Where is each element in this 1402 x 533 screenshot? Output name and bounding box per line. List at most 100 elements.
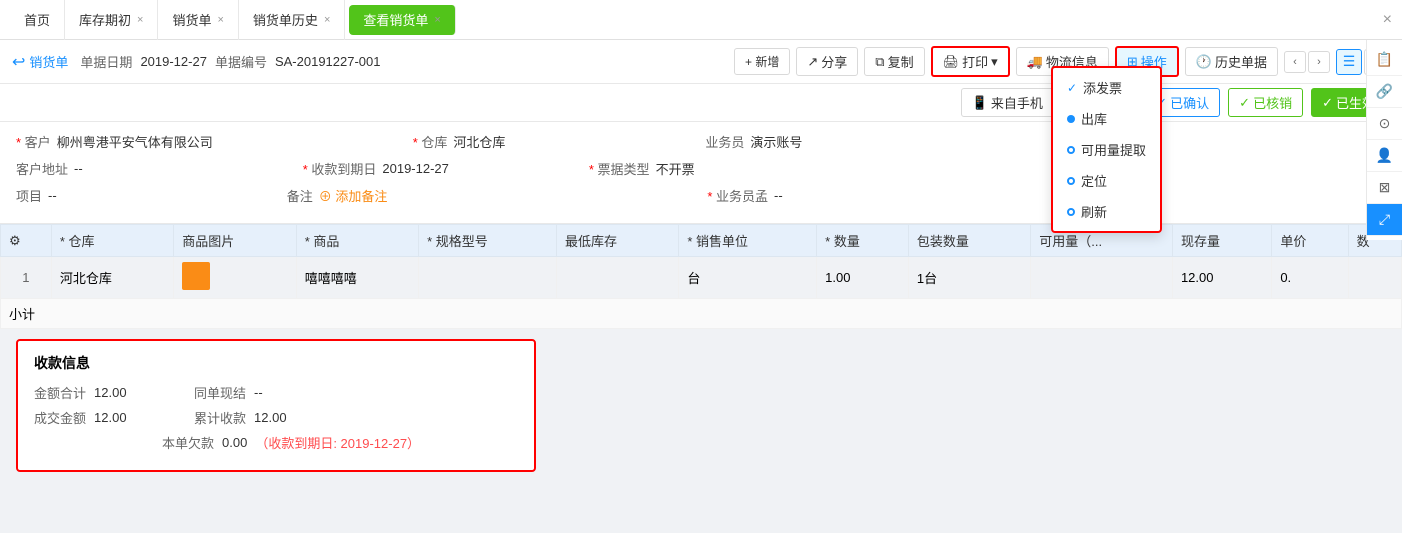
tab-view-sales[interactable]: 查看销货单 × <box>349 5 455 35</box>
form-area: 客户 柳州粤港平安气体有限公司 仓库 河北仓库 业务员 演示账号 客户地址 --… <box>0 122 1402 223</box>
available-qty-item[interactable]: 可用量提取 <box>1053 134 1160 165</box>
payment-info-box: 收款信息 金额合计 12.00 同单现结 -- 成交金额 12.00 累计收款 … <box>16 339 536 472</box>
refresh-item[interactable]: 刷新 <box>1053 196 1160 227</box>
row-warehouse: 河北仓库 <box>51 257 173 299</box>
prev-arrow[interactable]: ‹ <box>1284 51 1306 73</box>
col-warehouse: * 仓库 <box>51 225 173 257</box>
header-bar: ↩ 销货单 单据日期 2019-12-27 单据编号 SA-20191227-0… <box>0 40 1402 84</box>
subtotal-label: 小计 <box>1 299 1402 329</box>
copy-button[interactable]: ⧉ 复制 <box>864 47 924 76</box>
tab-home[interactable]: 首页 <box>10 0 65 40</box>
right-sidebar: 📋 🔗 ⊙ 👤 ⊠ ⤢ <box>1366 40 1402 240</box>
same-order-label: 同单现结 <box>194 383 246 402</box>
truck-icon: 🚚 <box>1027 54 1043 70</box>
close-view-sales-tab[interactable]: × <box>434 14 440 26</box>
share-icon: ↗ <box>807 54 818 70</box>
row-min-stock <box>556 257 678 299</box>
deal-amount-label: 成交金额 <box>34 408 86 427</box>
ticket-field: 票据类型 不开票 <box>589 159 695 178</box>
close-sales-tab[interactable]: × <box>217 14 223 26</box>
cumulative-label: 累计收款 <box>194 408 246 427</box>
plus-icon: ⊕ <box>319 189 332 204</box>
sidebar-icon-4[interactable]: 👤 <box>1367 140 1402 172</box>
tab-sales-order[interactable]: 销货单 × <box>158 0 238 40</box>
new-button[interactable]: + 新增 <box>734 48 790 75</box>
row-spec <box>419 257 557 299</box>
window-close-button[interactable]: × <box>1383 11 1392 29</box>
history-icon: 🕐 <box>1196 54 1212 70</box>
tab-bar: 首页 库存期初 × 销货单 × 销货单历史 × 查看销货单 × × <box>0 0 1402 40</box>
payment-row-1: 金额合计 12.00 同单现结 -- <box>34 383 518 402</box>
owed-item: 本单欠款 0.00 （收款到期日: 2019-12-27） <box>34 433 420 452</box>
list-view-btn[interactable]: ☰ <box>1336 49 1362 75</box>
verified-button[interactable]: ✓ 已核销 <box>1228 88 1303 117</box>
col-min-stock: 最低库存 <box>556 225 678 257</box>
verified-icon: ✓ <box>1239 95 1250 111</box>
row-current-qty: 12.00 <box>1172 257 1271 299</box>
payment-date-field: 收款到期日 2019-12-27 <box>303 159 449 178</box>
col-unit: * 销售单位 <box>679 225 817 257</box>
form-row-1: 客户 柳州粤港平安气体有限公司 仓库 河北仓库 业务员 演示账号 <box>16 132 1386 151</box>
cumulative-value: 12.00 <box>254 410 287 425</box>
tab-sales-history[interactable]: 销货单历史 × <box>239 0 345 40</box>
dot-blue-icon <box>1067 115 1075 123</box>
warehouse-field: 仓库 河北仓库 <box>413 132 506 151</box>
payment-row-3: 本单欠款 0.00 （收款到期日: 2019-12-27） <box>34 433 518 452</box>
next-arrow[interactable]: › <box>1308 51 1330 73</box>
row-unit: 台 <box>679 257 817 299</box>
payment-info-title: 收款信息 <box>34 353 518 373</box>
row-amount <box>1348 257 1401 299</box>
col-product: * 商品 <box>296 225 418 257</box>
customer-field: 客户 柳州粤港平安气体有限公司 <box>16 132 213 151</box>
add-invoice-item[interactable]: ✓ 添发票 <box>1053 72 1160 103</box>
close-inventory-tab[interactable]: × <box>137 14 143 26</box>
sidebar-icon-5[interactable]: ⊠ <box>1367 172 1402 204</box>
subtotal-row: 小计 <box>1 299 1402 329</box>
sidebar-icon-1[interactable]: 📋 <box>1367 44 1402 76</box>
sidebar-icon-expand[interactable]: ⤢ <box>1367 204 1402 236</box>
salesperson-field: 业务员孟 -- <box>707 186 782 205</box>
col-price: 单价 <box>1272 225 1348 257</box>
owed-value: 0.00 <box>222 435 247 450</box>
total-amount-item: 金额合计 12.00 <box>34 383 154 402</box>
share-button[interactable]: ↗ 分享 <box>796 47 858 76</box>
col-image: 商品图片 <box>174 225 296 257</box>
outbound-item[interactable]: 出库 <box>1053 103 1160 134</box>
owed-note: （收款到期日: 2019-12-27） <box>255 433 420 452</box>
payment-row-2: 成交金额 12.00 累计收款 12.00 <box>34 408 518 427</box>
phone-icon: 📱 <box>972 95 988 111</box>
same-order-value: -- <box>254 385 263 400</box>
print-button[interactable]: 🖨 打印 ▾ <box>931 46 1010 77</box>
refresh-dot-icon <box>1067 208 1075 216</box>
total-amount-value: 12.00 <box>94 385 127 400</box>
locate-item[interactable]: 定位 <box>1053 165 1160 196</box>
row-qty: 1.00 <box>817 257 909 299</box>
dot-outline-icon <box>1067 146 1075 154</box>
close-history-tab[interactable]: × <box>324 14 330 26</box>
row-pack-qty: 1台 <box>908 257 1030 299</box>
from-phone-button[interactable]: 📱 来自手机 <box>961 88 1054 117</box>
cumulative-item: 累计收款 12.00 <box>194 408 314 427</box>
project-field: 项目 -- <box>16 186 57 205</box>
header-left: ↩ 销货单 单据日期 2019-12-27 单据编号 SA-20191227-0… <box>12 52 734 72</box>
total-amount-label: 金额合计 <box>34 383 86 402</box>
table-header-row: ⚙ * 仓库 商品图片 * 商品 * 规格型号 最低库存 * 销售单位 * 数量… <box>1 225 1402 257</box>
product-image <box>182 262 210 290</box>
owed-label: 本单欠款 <box>162 433 214 452</box>
nav-arrows: ‹ › <box>1284 51 1330 73</box>
doc-info: 单据日期 2019-12-27 单据编号 SA-20191227-001 <box>80 52 380 71</box>
add-note-button[interactable]: ⊕ 添加备注 <box>319 186 388 205</box>
staff-field: 业务员 演示账号 <box>705 132 802 151</box>
form-row-3: 项目 -- 备注 ⊕ 添加备注 业务员孟 -- <box>16 186 1386 205</box>
sidebar-icon-2[interactable]: 🔗 <box>1367 76 1402 108</box>
col-spec: * 规格型号 <box>419 225 557 257</box>
col-settings[interactable]: ⚙ <box>1 225 52 257</box>
copy-icon: ⧉ <box>875 54 884 70</box>
row-num: 1 <box>1 257 52 299</box>
sidebar-icon-3[interactable]: ⊙ <box>1367 108 1402 140</box>
history-button[interactable]: 🕐 历史单据 <box>1185 47 1278 76</box>
tab-inventory-init[interactable]: 库存期初 × <box>65 0 158 40</box>
table-row: 1 河北仓库 嘻嘻嘻嘻 台 1.00 1台 12.00 0. <box>1 257 1402 299</box>
operation-dropdown: ✓ 添发票 出库 可用量提取 定位 刷新 <box>1051 66 1162 233</box>
row-available <box>1031 257 1173 299</box>
